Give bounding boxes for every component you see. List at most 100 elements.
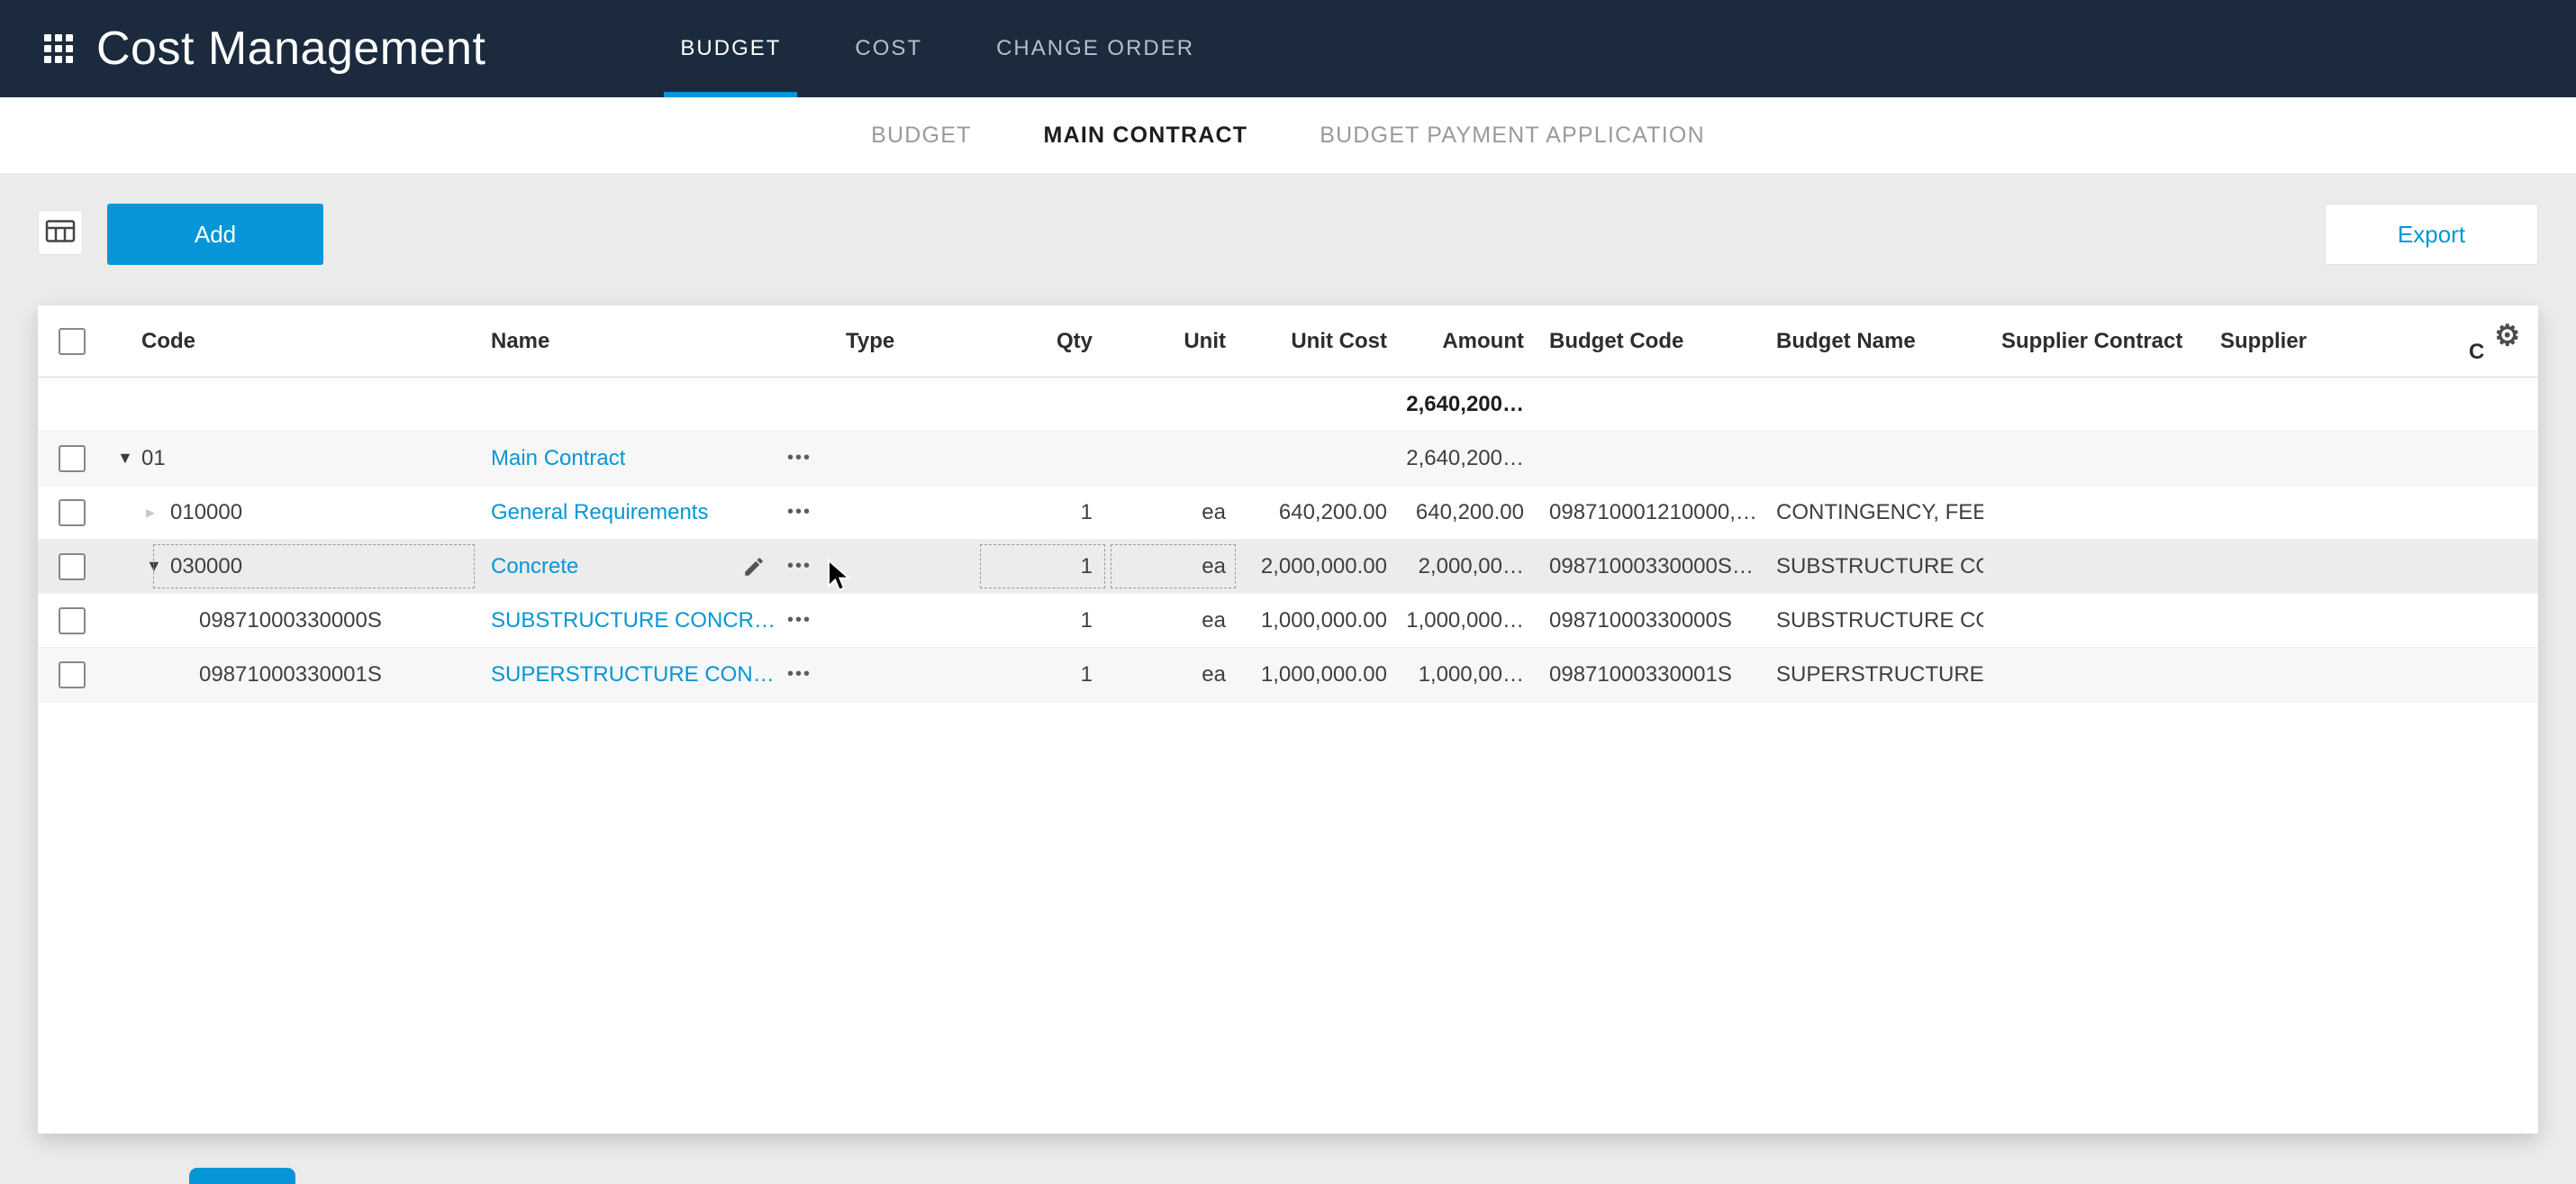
header-checkbox-cell [38, 305, 106, 377]
row-name-link[interactable]: SUBSTRUCTURE CONCRETE [491, 608, 787, 633]
row-name-cell: General Requirements ••• [482, 486, 829, 539]
table-body: ▼ 01 Main Contract ••• 2,640,200… ▸ 0100… [38, 432, 2538, 702]
row-code: 01 [141, 445, 166, 470]
column-header-type: Type [846, 328, 895, 353]
column-header-qty: Qty [1056, 328, 1093, 353]
row-unit-cost: 2,000,000.00 [1260, 553, 1387, 578]
row-checkbox[interactable] [59, 498, 86, 526]
expander-icon[interactable]: ▼ [146, 557, 170, 576]
edit-pencil-icon[interactable] [742, 555, 766, 578]
row-budget-code: 098710001210000,… [1549, 499, 1757, 524]
table-row[interactable]: ▸ 010000 General Requirements ••• 1 ea 6… [38, 486, 2538, 540]
row-checkbox-cell [38, 648, 106, 701]
row-amount: 2,640,200… [1406, 445, 1524, 470]
row-qty[interactable]: 1 [977, 540, 1108, 593]
column-header-amount: Amount [1442, 328, 1524, 353]
table-row[interactable]: ▼ 030000 Concrete ••• 1 ea 2,000,000.00 … [38, 540, 2538, 594]
row-qty[interactable]: 1 [977, 486, 1108, 539]
row-qty[interactable] [977, 432, 1108, 485]
row-actions-menu-icon[interactable]: ••• [787, 448, 812, 469]
top-app-bar: Cost Management BUDGET COST CHANGE ORDER [0, 0, 2576, 97]
column-header-unit-cost: Unit Cost [1291, 328, 1387, 353]
row-code: 030000 [170, 553, 243, 578]
row-type-cell[interactable] [829, 540, 977, 593]
row-checkbox[interactable] [59, 606, 86, 634]
row-checkbox-cell [38, 432, 106, 485]
row-budget-code: 09871000330001S [1549, 661, 1732, 687]
table-header-row: Code Name Type Qty Unit Unit Cost Amount… [38, 305, 2538, 378]
row-budget-name: CONTINGENCY, FEE,… [1776, 499, 1983, 524]
table-view-settings-button[interactable] [38, 210, 83, 255]
row-supplier [2202, 540, 2436, 593]
row-c-cell [2436, 432, 2538, 485]
column-header-supplier: Supplier [2220, 328, 2308, 353]
add-button[interactable]: Add [107, 204, 323, 265]
row-qty[interactable]: 1 [977, 648, 1108, 701]
column-header-name: Name [491, 328, 550, 353]
row-type-cell[interactable] [829, 486, 977, 539]
row-budget-name: SUBSTRUCTURE CO… [1776, 553, 1983, 578]
export-button[interactable]: Export [2325, 204, 2538, 265]
row-supplier-contract [1983, 540, 2202, 593]
table-row[interactable]: ▼ 01 Main Contract ••• 2,640,200… [38, 432, 2538, 486]
row-type-cell[interactable] [829, 594, 977, 647]
row-unit[interactable] [1108, 432, 1238, 485]
row-name-link[interactable]: General Requirements [491, 500, 708, 525]
row-checkbox[interactable] [59, 660, 86, 688]
tab-change-order[interactable]: CHANGE ORDER [973, 0, 1218, 97]
row-unit-cost [1238, 432, 1396, 485]
summary-amount: 2,640,200… [1406, 391, 1524, 416]
row-name-cell: SUPERSTRUCTURE CONCRETE ••• [482, 648, 829, 701]
row-unit[interactable]: ea [1108, 594, 1238, 647]
row-code-cell: 09871000330000S [106, 594, 482, 647]
row-name-cell: Main Contract ••• [482, 432, 829, 485]
row-unit[interactable]: ea [1108, 486, 1238, 539]
row-unit[interactable]: ea [1108, 540, 1238, 593]
row-code-cell: 09871000330001S [106, 648, 482, 701]
row-code: 09871000330000S [199, 607, 382, 633]
content-area: Add Export Code Name Type Qty Unit Unit … [0, 173, 2576, 1184]
row-budget-name: SUPERSTRUCTURE … [1776, 661, 1983, 687]
row-checkbox-cell [38, 540, 106, 593]
row-name-link[interactable]: Main Contract [491, 446, 625, 471]
row-c-cell [2436, 540, 2538, 593]
subtab-budget[interactable]: BUDGET [871, 123, 971, 149]
row-name-link[interactable]: SUPERSTRUCTURE CONCRETE [491, 662, 787, 688]
row-supplier [2202, 594, 2436, 647]
row-checkbox-cell [38, 486, 106, 539]
row-qty[interactable]: 1 [977, 594, 1108, 647]
row-budget-code: 09871000330000S… [1549, 553, 1754, 578]
chat-widget[interactable] [189, 1168, 295, 1184]
row-checkbox[interactable] [59, 552, 86, 580]
row-actions-menu-icon[interactable]: ••• [787, 556, 812, 577]
subtab-budget-payment-application[interactable]: BUDGET PAYMENT APPLICATION [1320, 123, 1705, 149]
row-type-cell[interactable] [829, 432, 977, 485]
column-header-c-cell: C ⚙ [2436, 305, 2538, 377]
table-row[interactable]: 09871000330000S SUBSTRUCTURE CONCRETE ••… [38, 594, 2538, 648]
row-name-link[interactable]: Concrete [491, 554, 578, 579]
expander-icon[interactable]: ▸ [146, 501, 170, 524]
row-budget-code [1531, 432, 1758, 485]
row-c-cell [2436, 486, 2538, 539]
select-all-checkbox[interactable] [59, 327, 86, 355]
row-amount: 2,000,00… [1418, 553, 1524, 578]
row-checkbox[interactable] [59, 444, 86, 472]
row-actions-menu-icon[interactable]: ••• [787, 502, 812, 523]
row-code: 09871000330001S [199, 661, 382, 687]
app-launcher-icon[interactable] [44, 34, 73, 63]
tab-budget[interactable]: BUDGET [657, 0, 804, 97]
column-settings-gear-icon[interactable]: ⚙ [2494, 321, 2520, 350]
row-actions-menu-icon[interactable]: ••• [787, 664, 812, 685]
row-name-cell: Concrete ••• [482, 540, 829, 593]
tab-cost[interactable]: COST [831, 0, 946, 97]
row-actions-menu-icon[interactable]: ••• [787, 610, 812, 631]
row-type-cell[interactable] [829, 648, 977, 701]
subtab-main-contract[interactable]: MAIN CONTRACT [1044, 123, 1248, 149]
row-supplier [2202, 648, 2436, 701]
table-row[interactable]: 09871000330001S SUPERSTRUCTURE CONCRETE … [38, 648, 2538, 702]
column-header-unit: Unit [1184, 328, 1226, 353]
row-unit[interactable]: ea [1108, 648, 1238, 701]
row-code-cell: ▸ 010000 [106, 486, 482, 539]
row-c-cell [2436, 594, 2538, 647]
expander-icon[interactable]: ▼ [117, 449, 141, 468]
